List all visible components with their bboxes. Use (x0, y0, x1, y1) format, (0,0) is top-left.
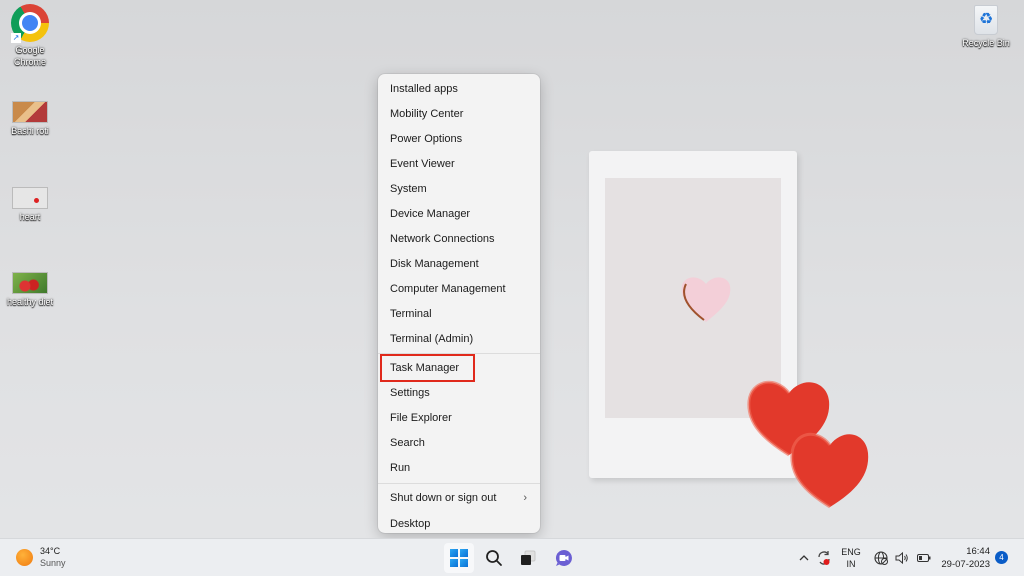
weather-temperature: 34°C (40, 546, 61, 556)
menu-item-network-connections[interactable]: Network Connections (378, 227, 540, 252)
sync-status-button[interactable] (815, 539, 833, 576)
desktop-icon-label: Bashi roti (11, 126, 49, 136)
quick-link-context-menu: Installed apps Mobility Center Power Opt… (378, 74, 540, 533)
menu-item-terminal[interactable]: Terminal (378, 302, 540, 327)
menu-item-event-viewer[interactable]: Event Viewer (378, 152, 540, 177)
clock[interactable]: 16:44 29-07-2023 (941, 545, 990, 571)
menu-item-system[interactable]: System (378, 177, 540, 202)
start-button[interactable] (444, 543, 474, 573)
teams-chat-icon (555, 549, 572, 566)
desktop-icon-bashi-roti[interactable]: Bashi roti (0, 101, 60, 137)
desktop-icon-healthy-diet[interactable]: healthy diet (0, 272, 60, 308)
menu-item-label: Shut down or sign out (390, 492, 497, 504)
menu-item-settings[interactable]: Settings (378, 381, 540, 406)
menu-item-computer-management[interactable]: Computer Management (378, 277, 540, 302)
search-icon (486, 550, 502, 566)
quick-settings-button[interactable] (873, 539, 932, 576)
notification-badge[interactable]: 4 (995, 551, 1008, 564)
desktop-icon-label: Google Chrome (13, 45, 46, 67)
menu-item-run[interactable]: Run (378, 456, 540, 481)
shortcut-arrow-icon: ↗ (11, 33, 21, 43)
task-view-button[interactable] (513, 543, 543, 573)
chevron-up-icon (799, 555, 809, 561)
menu-item-disk-management[interactable]: Disk Management (378, 252, 540, 277)
desktop-icon-heart[interactable]: heart (0, 187, 60, 223)
chevron-right-icon: › (523, 492, 527, 504)
menu-item-shut-down-or-sign-out[interactable]: Shut down or sign out › (378, 485, 540, 512)
image-thumbnail-icon (12, 187, 48, 209)
desktop-icon-label: Recycle Bin (962, 38, 1010, 48)
speaker-volume-icon (895, 551, 908, 565)
menu-separator (378, 353, 540, 354)
sync-alert-icon (818, 551, 830, 565)
desktop-icon-label: heart (19, 212, 41, 222)
menu-separator (378, 483, 540, 484)
menu-item-mobility-center[interactable]: Mobility Center (378, 102, 540, 127)
language-indicator[interactable]: ENG IN (840, 539, 862, 576)
show-hidden-icons-button[interactable] (798, 539, 810, 576)
clock-date: 29-07-2023 (941, 559, 990, 570)
battery-icon (917, 554, 931, 562)
menu-item-desktop[interactable]: Desktop (378, 512, 540, 537)
menu-item-terminal-admin[interactable]: Terminal (Admin) (378, 327, 540, 352)
recycle-bin-icon: ♻ (974, 5, 998, 35)
language-code: ENG (841, 547, 861, 557)
weather-condition: Sunny (40, 558, 66, 568)
desktop-icon-label: healthy diet (6, 297, 54, 307)
globe-no-internet-icon (874, 551, 888, 565)
sun-icon (16, 548, 33, 566)
desktop-icon-recycle-bin[interactable]: ♻ Recycle Bin (956, 5, 1016, 49)
search-button[interactable] (479, 543, 509, 573)
menu-item-installed-apps[interactable]: Installed apps (378, 77, 540, 102)
pink-heart-icon (681, 277, 731, 322)
menu-item-power-options[interactable]: Power Options (378, 127, 540, 152)
red-heart-icon (790, 432, 869, 509)
menu-item-file-explorer[interactable]: File Explorer (378, 406, 540, 431)
image-thumbnail-icon (12, 272, 48, 294)
desktop-icon-google-chrome[interactable]: ↗ Google Chrome (0, 4, 60, 68)
task-view-icon (521, 550, 536, 565)
teams-chat-button[interactable] (549, 543, 579, 573)
menu-item-search[interactable]: Search (378, 431, 540, 456)
windows-logo-icon (450, 549, 468, 567)
taskbar: 34°C Sunny ENG IN 16:44 29-07-2023 4 (0, 538, 1024, 576)
weather-widget[interactable]: 34°C Sunny (16, 545, 66, 569)
region-code: IN (846, 559, 856, 569)
menu-item-device-manager[interactable]: Device Manager (378, 202, 540, 227)
clock-time: 16:44 (966, 546, 990, 557)
image-thumbnail-icon (12, 101, 48, 123)
menu-item-task-manager[interactable]: Task Manager (380, 354, 475, 382)
